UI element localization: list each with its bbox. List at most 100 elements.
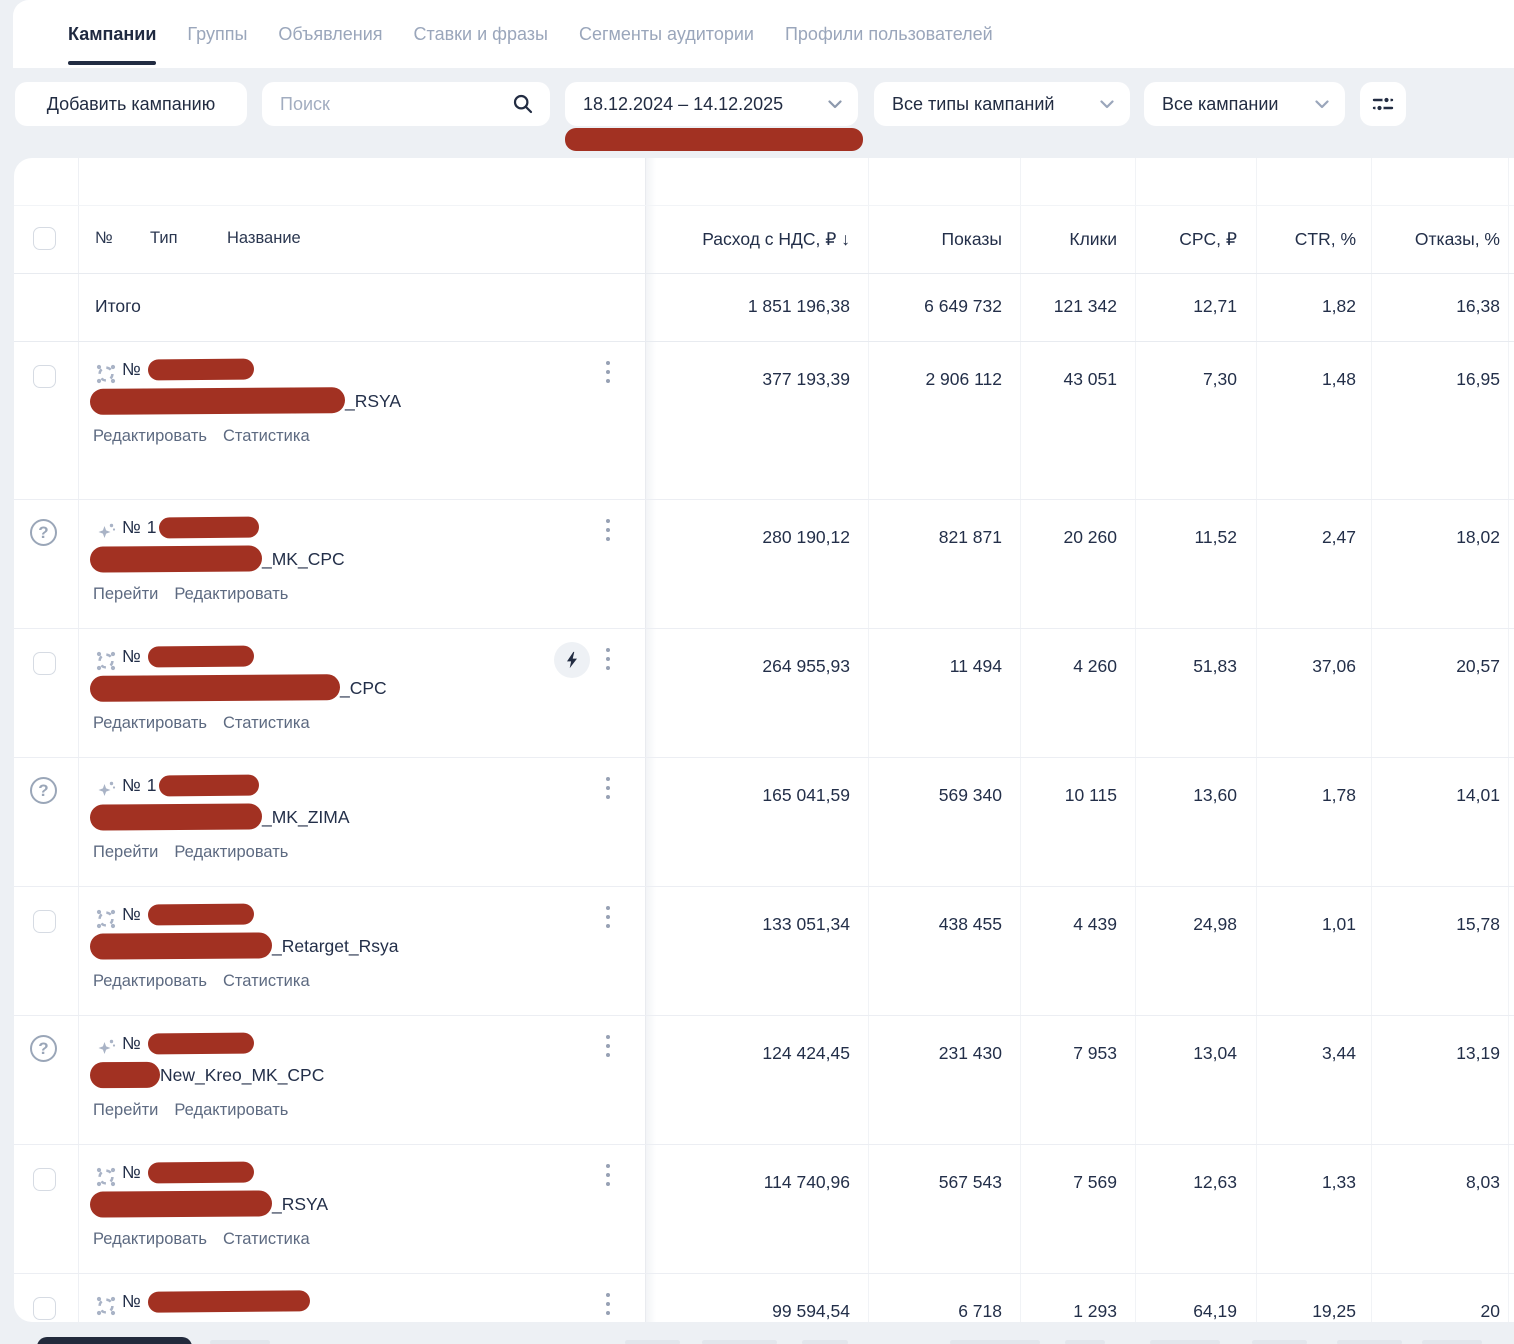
tab-ads[interactable]: Объявления (278, 0, 382, 68)
link-go[interactable]: Перейти (93, 585, 158, 604)
campaign-number-label: № (122, 359, 141, 379)
tab-user-profiles[interactable]: Профили пользователей (785, 0, 993, 68)
campaign-type-filter[interactable]: Все типы кампаний (874, 82, 1130, 126)
kebab-menu-icon[interactable] (601, 1291, 615, 1317)
link-stats[interactable]: Статистика (223, 972, 310, 991)
chevron-down-icon (1315, 99, 1329, 108)
link-edit[interactable]: Редактировать (93, 1230, 207, 1249)
clipped-text-fragment (1337, 1340, 1402, 1344)
clipped-text-fragment (802, 1340, 848, 1344)
spend-value: 377 193,39 (762, 369, 850, 389)
ctr-value: 1,48 (1321, 369, 1356, 389)
sort-desc-icon: ↓ (841, 229, 850, 249)
date-range-picker[interactable]: 18.12.2024 – 14.12.2025 (565, 82, 858, 126)
bounce-value: 16,95 (1456, 369, 1500, 389)
chevron-down-icon (828, 99, 842, 108)
table-row: № 99 594,54 6 718 1 293 64,19 19,25 20 (14, 1273, 1514, 1322)
col-cpc[interactable]: CPC, ₽ (1142, 229, 1237, 250)
bottom-dark-button[interactable] (37, 1337, 192, 1344)
redaction-bar (565, 128, 863, 151)
col-type: Тип (150, 229, 178, 247)
ctr-value: 2,47 (1321, 527, 1356, 547)
kebab-menu-icon[interactable] (601, 517, 615, 543)
col-impressions[interactable]: Показы (870, 229, 1003, 250)
row-checkbox[interactable] (33, 910, 56, 933)
table-header: № Тип Название Расход с НДС, ₽ ↓ Показы … (14, 205, 1514, 273)
bounce-value: 18,02 (1456, 527, 1500, 547)
clipped-text-fragment (1252, 1340, 1307, 1344)
search-input[interactable] (280, 93, 490, 115)
table-row: № _Retarget_Rsya Редактировать Статистика… (14, 886, 1514, 1015)
totals-row: Итого 1 851 196,38 6 649 732 121 342 12,… (14, 273, 1514, 341)
tab-groups[interactable]: Группы (187, 0, 247, 68)
kebab-menu-icon[interactable] (601, 1162, 615, 1188)
row-checkbox[interactable] (33, 365, 56, 388)
tab-bids-phrases[interactable]: Ставки и фразы (414, 0, 548, 68)
lightning-badge[interactable] (554, 642, 590, 678)
clicks-value: 4 439 (1073, 914, 1117, 934)
cpc-value: 11,52 (1194, 527, 1238, 547)
settings-filter-button[interactable] (1360, 82, 1406, 126)
tune-icon (1372, 95, 1394, 113)
question-icon[interactable]: ? (30, 519, 57, 546)
redacted-name (89, 545, 263, 573)
link-stats[interactable]: Статистика (223, 1230, 310, 1249)
tab-campaigns[interactable]: Кампании (68, 0, 157, 68)
question-icon[interactable]: ? (30, 1035, 57, 1062)
ctr-value: 1,33 (1321, 1172, 1356, 1192)
campaign-number-label: № (122, 1162, 141, 1182)
kebab-menu-icon[interactable] (601, 359, 615, 385)
col-spend[interactable]: Расход с НДС, ₽ ↓ (650, 229, 850, 250)
link-go[interactable]: Перейти (93, 843, 158, 862)
link-go[interactable]: Перейти (93, 1101, 158, 1120)
link-edit[interactable]: Редактировать (174, 843, 288, 862)
kebab-menu-icon[interactable] (601, 646, 615, 672)
campaign-type-master-icon (98, 781, 116, 796)
link-edit[interactable]: Редактировать (93, 972, 207, 991)
cpc-value: 12,63 (1193, 1172, 1237, 1192)
impressions-value: 6 718 (958, 1301, 1002, 1321)
link-edit[interactable]: Редактировать (174, 1101, 288, 1120)
total-ctr: 1,82 (1321, 296, 1356, 316)
redacted-number (147, 903, 254, 926)
tab-label: Объявления (278, 23, 383, 44)
clicks-value: 20 260 (1063, 527, 1117, 547)
select-all-checkbox[interactable] (33, 227, 56, 250)
campaign-type-master-icon (98, 1039, 116, 1054)
clipped-text-fragment (625, 1340, 680, 1344)
add-campaign-label: Добавить кампанию (46, 93, 216, 114)
link-edit[interactable]: Редактировать (174, 585, 288, 604)
col-bounce[interactable]: Отказы, % (1380, 229, 1500, 250)
table-row: № _CPC Редактировать Статистика 264 955,9… (14, 628, 1514, 757)
spend-value: 99 594,54 (772, 1301, 850, 1321)
kebab-menu-icon[interactable] (601, 775, 615, 801)
total-cpc: 12,71 (1193, 296, 1237, 316)
campaign-filter[interactable]: Все кампании (1144, 82, 1345, 126)
campaign-type-conversion-icon (96, 909, 116, 929)
link-edit[interactable]: Редактировать (93, 427, 207, 446)
kebab-menu-icon[interactable] (601, 1033, 615, 1059)
row-checkbox[interactable] (33, 1297, 56, 1320)
col-clicks[interactable]: Клики (1026, 229, 1117, 250)
table-row: № _RSYA Редактировать Статистика 377 193,… (14, 341, 1514, 499)
campaign-number-label: № (122, 904, 141, 924)
cpc-value: 13,04 (1193, 1043, 1237, 1063)
impressions-value: 438 455 (938, 914, 1002, 934)
tab-label: Кампании (68, 23, 157, 44)
ctr-value: 37,06 (1312, 656, 1356, 676)
kebab-menu-icon[interactable] (601, 904, 615, 930)
row-checkbox[interactable] (33, 1168, 56, 1191)
clicks-value: 4 260 (1073, 656, 1117, 676)
tab-audience-segments[interactable]: Сегменты аудитории (579, 0, 754, 68)
link-stats[interactable]: Статистика (223, 427, 310, 446)
question-icon[interactable]: ? (30, 777, 57, 804)
row-checkbox[interactable] (33, 652, 56, 675)
link-stats[interactable]: Статистика (223, 714, 310, 733)
bounce-value: 20,57 (1456, 656, 1500, 676)
redacted-number (147, 1290, 310, 1313)
cpc-value: 24,98 (1193, 914, 1237, 934)
add-campaign-button[interactable]: Добавить кампанию (15, 82, 247, 126)
link-edit[interactable]: Редактировать (93, 714, 207, 733)
col-ctr[interactable]: CTR, % (1262, 229, 1356, 250)
lightning-icon (567, 651, 577, 669)
